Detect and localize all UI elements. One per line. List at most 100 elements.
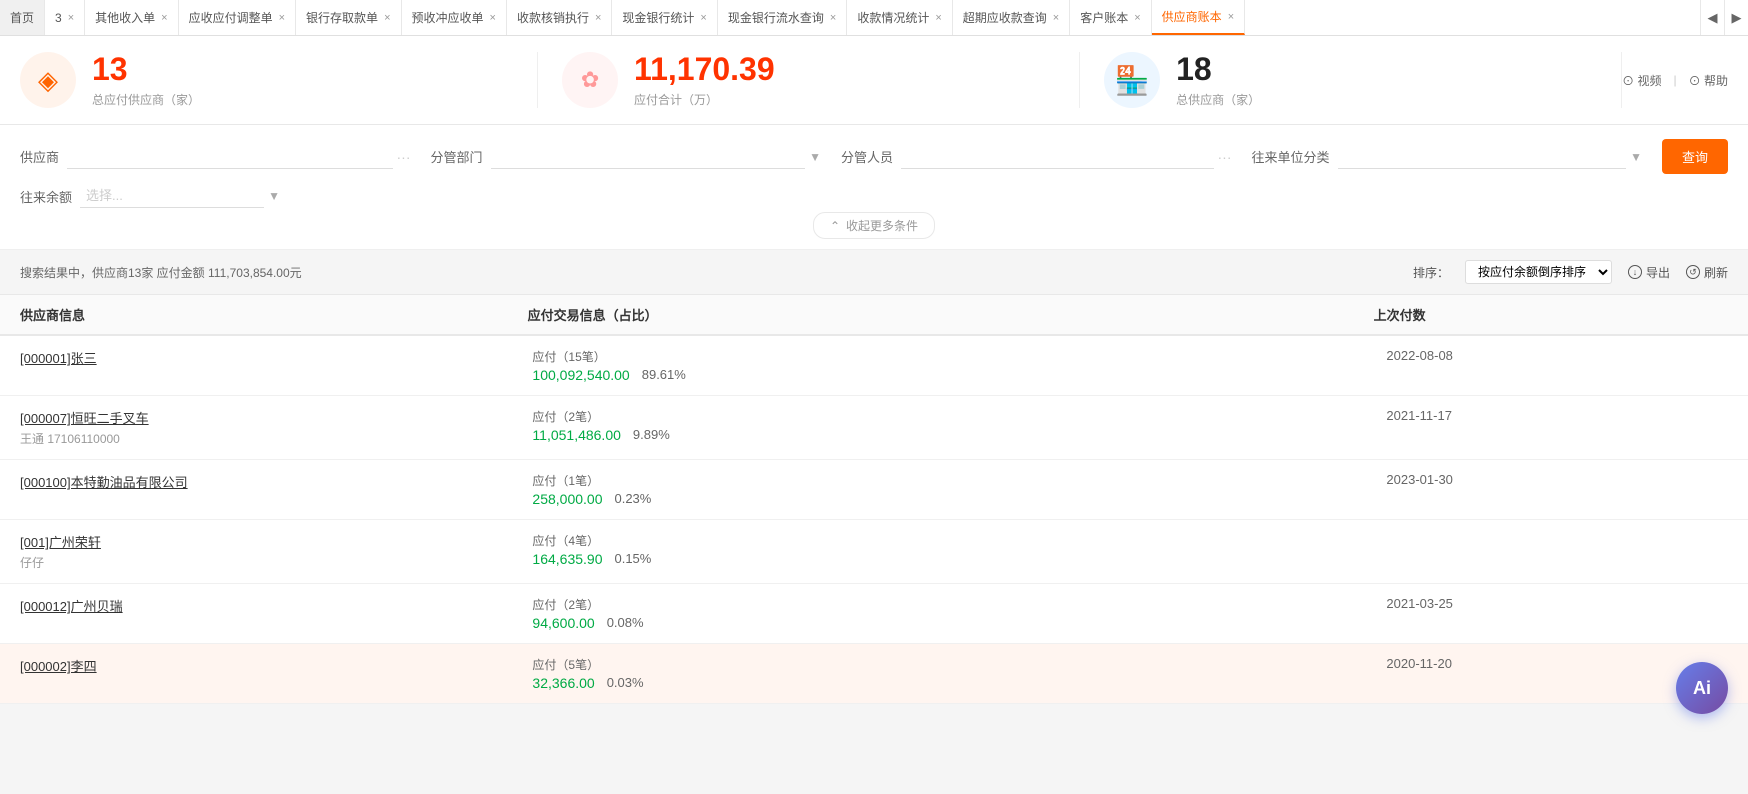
row-0-supplier: [000001]张三 [20, 348, 532, 367]
supplier-link-0[interactable]: [000001]张三 [20, 348, 532, 367]
col-header-lastpay: 上次付数 [1374, 305, 1712, 324]
sort-select[interactable]: 按应付余额倒序排序 [1465, 260, 1612, 284]
row-3-supplier: [001]广州荣轩 仔仔 [20, 532, 532, 571]
chevron-up-icon: ⌃ [830, 219, 840, 233]
nav-tab-cash-bank-stats[interactable]: 现金银行统计 × [612, 0, 717, 35]
nav-arrows: ◀ ▶ [1700, 0, 1748, 36]
balance-chevron-icon[interactable]: ▼ [268, 189, 280, 203]
payable-total-amount: 11,170.39 [634, 52, 775, 87]
category-input[interactable] [1338, 145, 1627, 169]
filter-category: 往来单位分类 ▼ [1252, 145, 1643, 169]
balance-label: 往来余额 [20, 187, 72, 206]
dept-input[interactable] [491, 145, 806, 169]
row-5-tx-label: 应付（5笔） [532, 656, 1386, 673]
supplier-input[interactable] [67, 145, 392, 169]
top-nav: 首页 3 × 其他收入单 × 应收应付调整单 × 银行存取款单 × 预收冲应收单… [0, 0, 1748, 36]
nav-tab-cash-flow[interactable]: 现金银行流水查询 × [718, 0, 847, 35]
supplier-link-3[interactable]: [001]广州荣轩 [20, 532, 532, 551]
nav-right-arrow[interactable]: ▶ [1724, 0, 1748, 36]
balance-input[interactable] [80, 184, 264, 208]
row-2-transaction: 应付（1笔） 258,000.00 0.23% [532, 472, 1386, 507]
nav-tab-3[interactable]: 3 × [45, 0, 85, 35]
summary-card-payable-suppliers: ◈ 13 总应付供应商（家） [20, 52, 538, 108]
dept-chevron-icon[interactable]: ▼ [809, 150, 821, 164]
refresh-button[interactable]: ↺ 刷新 [1686, 264, 1728, 281]
nav-left-arrow[interactable]: ◀ [1700, 0, 1724, 36]
row-4-tx-amount[interactable]: 94,600.00 [532, 615, 594, 631]
category-label: 往来单位分类 [1252, 147, 1330, 166]
col-header-transaction: 应付交易信息（占比） [528, 305, 1374, 324]
nav-tab-receipt-verify[interactable]: 收款核销执行 × [507, 0, 612, 35]
row-4-tx-row: 94,600.00 0.08% [532, 613, 1386, 631]
nav-tab-receipt-verify-close[interactable]: × [595, 12, 601, 24]
nav-tab-customer-ledger-close[interactable]: × [1134, 12, 1140, 24]
refresh-icon: ↺ [1686, 265, 1700, 279]
nav-tab-other-income-close[interactable]: × [161, 12, 167, 24]
supplier-dots-icon[interactable]: ··· [397, 149, 411, 165]
nav-tab-bank-deposit[interactable]: 银行存取款单 × [296, 0, 401, 35]
nav-tab-ar-adjust-close[interactable]: × [279, 12, 285, 24]
result-actions: 排序： 按应付余额倒序排序 ↓ 导出 ↺ 刷新 [1413, 260, 1728, 284]
category-chevron-icon[interactable]: ▼ [1630, 150, 1642, 164]
nav-tab-home[interactable]: 首页 [0, 0, 45, 35]
nav-tab-other-income[interactable]: 其他收入单 × [85, 0, 178, 35]
row-0-tx-percent: 89.61% [642, 367, 686, 382]
nav-tab-supplier-ledger-close[interactable]: × [1228, 11, 1234, 23]
nav-tab-cash-bank-stats-label: 现金银行统计 [622, 9, 694, 26]
row-4-transaction: 应付（2笔） 94,600.00 0.08% [532, 596, 1386, 631]
summary-icon-payable-total: ✿ [562, 52, 618, 108]
summary-help-links: ⊙ 视频 | ⊙ 帮助 [1622, 72, 1728, 89]
row-5-tx-amount[interactable]: 32,366.00 [532, 675, 594, 691]
nav-tab-3-close[interactable]: × [68, 12, 74, 24]
row-0-tx-amount[interactable]: 100,092,540.00 [532, 367, 629, 383]
circle-play-icon: ⊙ [1622, 74, 1634, 88]
supplier-label: 供应商 [20, 147, 59, 166]
supplier-link-1[interactable]: [000007]恒旺二手叉车 [20, 408, 532, 427]
row-3-supplier-sub: 仔仔 [20, 554, 532, 571]
nav-tab-cash-flow-close[interactable]: × [830, 12, 836, 24]
help-link[interactable]: ⊙ 帮助 [1689, 72, 1728, 89]
nav-tab-bank-deposit-close[interactable]: × [384, 12, 390, 24]
payable-suppliers-label: 总应付供应商（家） [92, 91, 200, 108]
row-0-tx-row: 100,092,540.00 89.61% [532, 365, 1386, 383]
filter-row-1: 供应商 ··· 分管部门 ▼ 分管人员 ··· 往来单位分类 ▼ 查询 [20, 139, 1728, 174]
row-2-lastpay-date: 2023-01-30 [1386, 472, 1728, 487]
export-button[interactable]: ↓ 导出 [1628, 264, 1670, 281]
filter-row-2: 往来余额 ▼ [20, 184, 1728, 208]
ai-badge[interactable]: Ai [1676, 662, 1728, 714]
supplier-link-4[interactable]: [000012]广州贝瑞 [20, 596, 532, 615]
nav-tab-prepay-ar-close[interactable]: × [490, 12, 496, 24]
supplier-link-5[interactable]: [000002]李四 [20, 656, 532, 675]
row-3-tx-amount[interactable]: 164,635.90 [532, 551, 602, 567]
video-link[interactable]: ⊙ 视频 [1622, 72, 1661, 89]
search-button[interactable]: 查询 [1662, 139, 1728, 174]
row-4-supplier: [000012]广州贝瑞 [20, 596, 532, 615]
row-1-supplier-sub: 王通 17106110000 [20, 430, 532, 447]
nav-tab-customer-ledger[interactable]: 客户账本 × [1070, 0, 1151, 35]
nav-tab-home-label: 首页 [10, 9, 34, 26]
result-bar: 搜索结果中，供应商13家 应付金额 111,703,854.00元 排序： 按应… [0, 250, 1748, 295]
row-2-tx-amount[interactable]: 258,000.00 [532, 491, 602, 507]
table-container: 供应商信息 应付交易信息（占比） 上次付数 [000001]张三 应付（15笔）… [0, 295, 1748, 704]
nav-tab-other-income-label: 其他收入单 [95, 9, 155, 26]
person-dots-icon[interactable]: ··· [1218, 149, 1232, 165]
nav-tab-overdue-ar-close[interactable]: × [1053, 12, 1059, 24]
nav-tab-prepay-ar[interactable]: 预收冲应收单 × [402, 0, 507, 35]
nav-tab-receipt-stats-close[interactable]: × [935, 12, 941, 24]
nav-tab-receipt-verify-label: 收款核销执行 [517, 9, 589, 26]
export-icon: ↓ [1628, 265, 1642, 279]
row-1-tx-amount[interactable]: 11,051,486.00 [532, 427, 621, 443]
summary-icon-store: 🏪 [1104, 52, 1160, 108]
nav-tab-receipt-stats[interactable]: 收款情况统计 × [847, 0, 952, 35]
collapse-button[interactable]: ⌃ 收起更多条件 [813, 212, 935, 239]
nav-tab-supplier-ledger[interactable]: 供应商账本 × [1152, 0, 1245, 35]
row-0-lastpay-date: 2022-08-08 [1386, 348, 1728, 363]
person-input[interactable] [901, 145, 1213, 169]
nav-tab-overdue-ar[interactable]: 超期应收款查询 × [953, 0, 1070, 35]
nav-tab-prepay-ar-label: 预收冲应收单 [412, 9, 484, 26]
nav-tab-ar-adjust[interactable]: 应收应付调整单 × [179, 0, 296, 35]
row-1-tx-percent: 9.89% [633, 427, 670, 442]
supplier-link-2[interactable]: [000100]本特勤油品有限公司 [20, 472, 532, 491]
nav-tab-cash-bank-stats-close[interactable]: × [700, 12, 706, 24]
row-2-tx-percent: 0.23% [614, 491, 651, 506]
